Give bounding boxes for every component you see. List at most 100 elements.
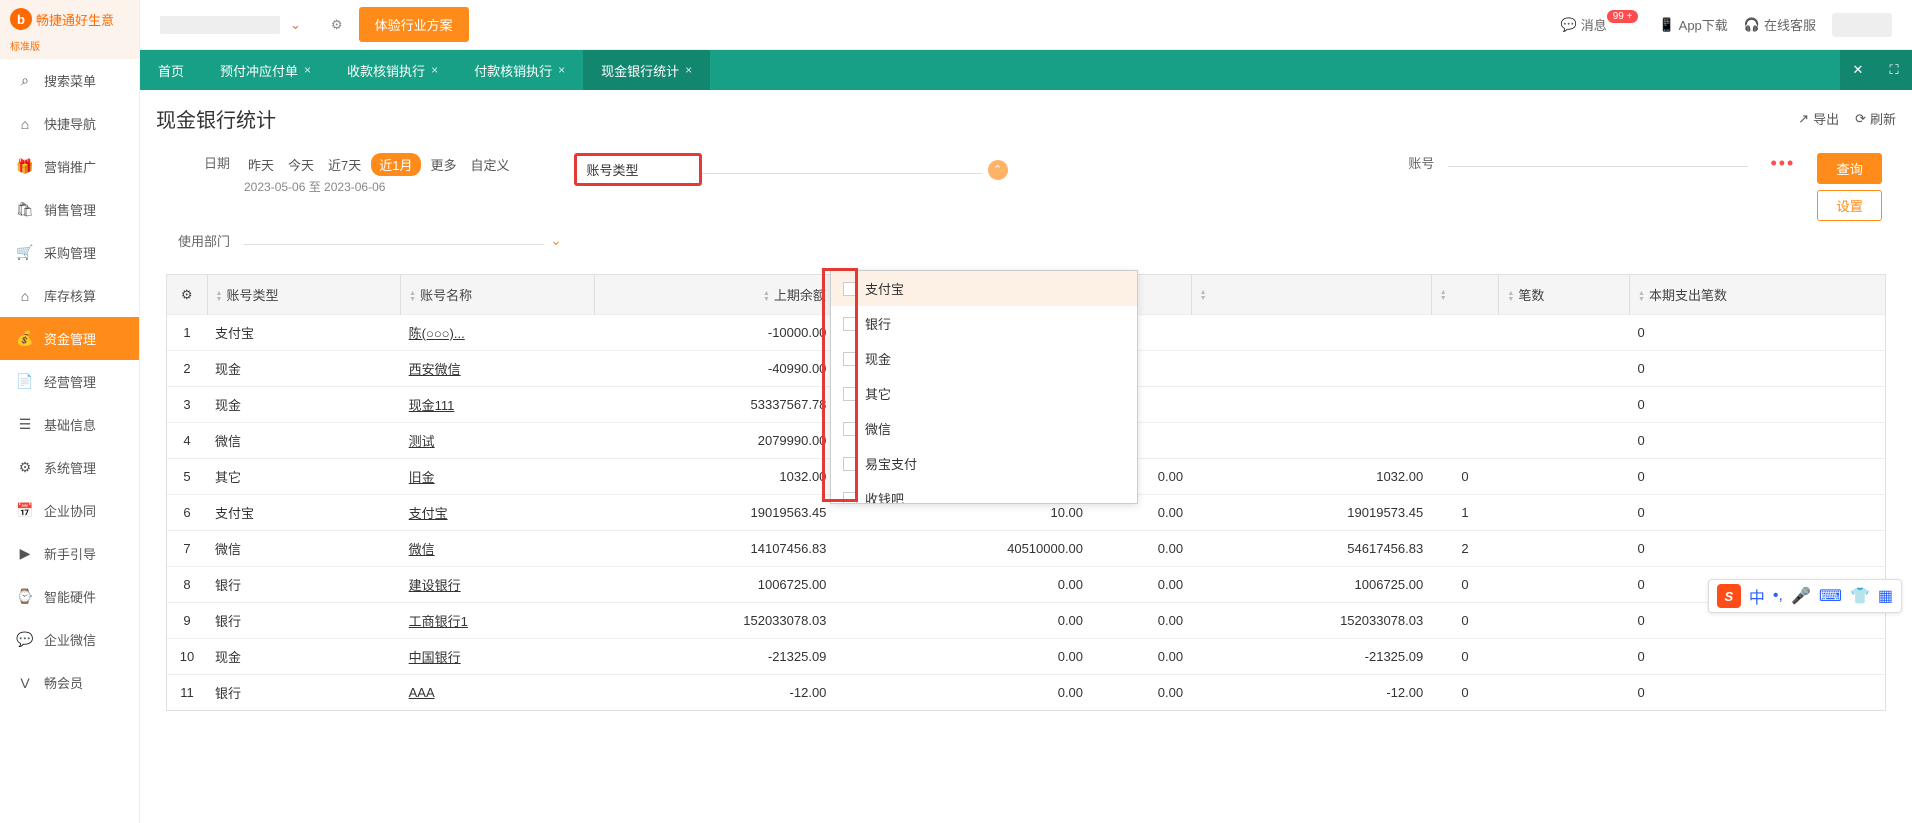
query-button[interactable]: 查询 <box>1817 153 1882 184</box>
chevron-down-icon[interactable]: ⌄ <box>550 232 562 249</box>
ime-skin-icon[interactable]: 👕 <box>1850 586 1870 606</box>
row-index: 5 <box>167 459 207 495</box>
dropdown-option-易宝支付[interactable]: 易宝支付 <box>831 446 1137 481</box>
dropdown-option-银行[interactable]: 银行 <box>831 306 1137 341</box>
gear-icon[interactable]: ⚙ <box>181 287 193 302</box>
dept-select[interactable] <box>244 236 544 245</box>
acct-type-dropdown: 支付宝银行现金其它微信易宝支付收钱吧长沙银行 <box>830 270 1138 504</box>
dropdown-option-现金[interactable]: 现金 <box>831 341 1137 376</box>
cell-prev: 14107456.83 <box>594 531 834 567</box>
trial-button[interactable]: 体验行业方案 <box>359 7 469 42</box>
cell-name[interactable]: 陈(○○○)... <box>401 315 595 351</box>
checkbox-icon[interactable] <box>843 492 857 504</box>
col-header[interactable]: ▲▼账号名称 <box>401 275 595 315</box>
cell-name[interactable]: 支付宝 <box>401 495 595 531</box>
cell-name[interactable]: 现金111 <box>401 387 595 423</box>
cell-name[interactable]: AAA <box>401 675 595 711</box>
sidebar-item-营销推广[interactable]: 🎁营销推广 <box>0 145 139 188</box>
app-download-link[interactable]: 📱 App下载 <box>1658 15 1727 34</box>
date-opt-自定义[interactable]: 自定义 <box>467 153 514 176</box>
ime-mic-icon[interactable]: 🎤 <box>1791 586 1811 606</box>
ime-keyboard-icon[interactable]: ⌨ <box>1819 586 1842 606</box>
chevron-up-icon[interactable]: ⌃ <box>988 160 1008 180</box>
user-avatar[interactable] <box>1832 13 1892 37</box>
ime-punct-icon[interactable]: •, <box>1773 587 1783 605</box>
dropdown-option-label: 现金 <box>865 349 891 368</box>
tab-现金银行统计[interactable]: 现金银行统计× <box>583 50 710 90</box>
col-header[interactable]: ▲▼ <box>1191 275 1431 315</box>
sidebar-item-系统管理[interactable]: ⚙系统管理 <box>0 446 139 489</box>
acct-select[interactable] <box>1448 158 1748 167</box>
col-header[interactable]: ▲▼本期支出笔数 <box>1630 275 1885 315</box>
date-opt-今天[interactable]: 今天 <box>284 153 318 176</box>
col-header[interactable]: ▲▼账号类型 <box>207 275 401 315</box>
date-opt-近1月[interactable]: 近1月 <box>371 153 420 176</box>
ime-lang-label[interactable]: 中 <box>1749 584 1765 608</box>
cell-name[interactable]: 旧金 <box>401 459 595 495</box>
dropdown-option-收钱吧[interactable]: 收钱吧 <box>831 481 1137 503</box>
sidebar-item-基础信息[interactable]: ☰基础信息 <box>0 403 139 446</box>
close-icon[interactable]: × <box>685 63 692 77</box>
close-icon[interactable]: × <box>431 63 438 77</box>
sidebar-item-智能硬件[interactable]: ⌚智能硬件 <box>0 575 139 618</box>
sidebar-item-新手引导[interactable]: ▶新手引导 <box>0 532 139 575</box>
fullscreen-button[interactable]: ⛶ <box>1876 50 1912 90</box>
tab-首页[interactable]: 首页 <box>140 50 202 90</box>
sidebar-item-搜索菜单[interactable]: ⌕搜索菜单 <box>0 59 139 102</box>
checkbox-icon[interactable] <box>843 282 857 296</box>
cell-name[interactable]: 西安微信 <box>401 351 595 387</box>
date-opt-更多[interactable]: 更多 <box>427 153 461 176</box>
settings-button[interactable]: 设置 <box>1817 190 1882 221</box>
cell-out: 0 <box>1630 387 1885 423</box>
dropdown-option-其它[interactable]: 其它 <box>831 376 1137 411</box>
date-opt-近7天[interactable]: 近7天 <box>324 153 365 176</box>
checkbox-icon[interactable] <box>843 422 857 436</box>
col-header[interactable]: ▲▼上期余额 <box>594 275 834 315</box>
sidebar-item-快捷导航[interactable]: ⌂快捷导航 <box>0 102 139 145</box>
tab-预付冲应付单[interactable]: 预付冲应付单× <box>202 50 329 90</box>
customer-service-link[interactable]: 🎧 在线客服 <box>1744 15 1816 34</box>
close-icon[interactable]: × <box>304 63 311 77</box>
sidebar-item-icon: ⌂ <box>16 115 34 133</box>
sidebar-item-销售管理[interactable]: 🛍销售管理 <box>0 188 139 231</box>
ime-toolbox-icon[interactable]: ▦ <box>1878 586 1893 606</box>
sidebar-item-资金管理[interactable]: 💰资金管理 <box>0 317 139 360</box>
checkbox-icon[interactable] <box>843 352 857 366</box>
headset-icon: 🎧 <box>1744 17 1760 33</box>
more-filters-button[interactable]: ••• <box>1764 153 1801 174</box>
sidebar-item-采购管理[interactable]: 🛒采购管理 <box>0 231 139 274</box>
col-header[interactable]: ▲▼笔数 <box>1499 275 1630 315</box>
checkbox-icon[interactable] <box>843 457 857 471</box>
sidebar-item-企业微信[interactable]: 💬企业微信 <box>0 618 139 661</box>
sidebar-item-label: 新手引导 <box>44 544 96 563</box>
company-selector[interactable]: ⌄ <box>160 16 311 34</box>
tab-付款核销执行[interactable]: 付款核销执行× <box>456 50 583 90</box>
cell-name[interactable]: 建设银行 <box>401 567 595 603</box>
tab-收款核销执行[interactable]: 收款核销执行× <box>329 50 456 90</box>
messages-link[interactable]: 💬 消息 99 + <box>1561 15 1643 34</box>
checkbox-icon[interactable] <box>843 387 857 401</box>
message-icon: 💬 <box>1561 17 1577 33</box>
sidebar-item-企业协同[interactable]: 📅企业协同 <box>0 489 139 532</box>
sidebar-item-经营管理[interactable]: 📄经营管理 <box>0 360 139 403</box>
dropdown-option-支付宝[interactable]: 支付宝 <box>831 271 1137 306</box>
checkbox-icon[interactable] <box>843 317 857 331</box>
dropdown-option-微信[interactable]: 微信 <box>831 411 1137 446</box>
col-header[interactable]: ⚙ <box>167 275 207 315</box>
cell-name[interactable]: 工商银行1 <box>401 603 595 639</box>
export-button[interactable]: ↗ 导出 <box>1798 109 1839 128</box>
cell-name[interactable]: 微信 <box>401 531 595 567</box>
close-all-tabs-button[interactable]: ✕ <box>1840 50 1876 90</box>
gear-icon[interactable]: ⚙ <box>331 17 343 33</box>
cell-type: 支付宝 <box>207 495 401 531</box>
date-opt-昨天[interactable]: 昨天 <box>244 153 278 176</box>
refresh-button[interactable]: ⟳ 刷新 <box>1855 109 1896 128</box>
sidebar-item-畅会员[interactable]: V畅会员 <box>0 661 139 704</box>
close-icon[interactable]: × <box>558 63 565 77</box>
cell-name[interactable]: 测试 <box>401 423 595 459</box>
col-header[interactable]: ▲▼ <box>1431 275 1499 315</box>
cell-name[interactable]: 中国银行 <box>401 639 595 675</box>
acct-type-select[interactable] <box>702 165 982 174</box>
cell-c5: 0.00 <box>1091 531 1191 567</box>
sidebar-item-库存核算[interactable]: ⌂库存核算 <box>0 274 139 317</box>
